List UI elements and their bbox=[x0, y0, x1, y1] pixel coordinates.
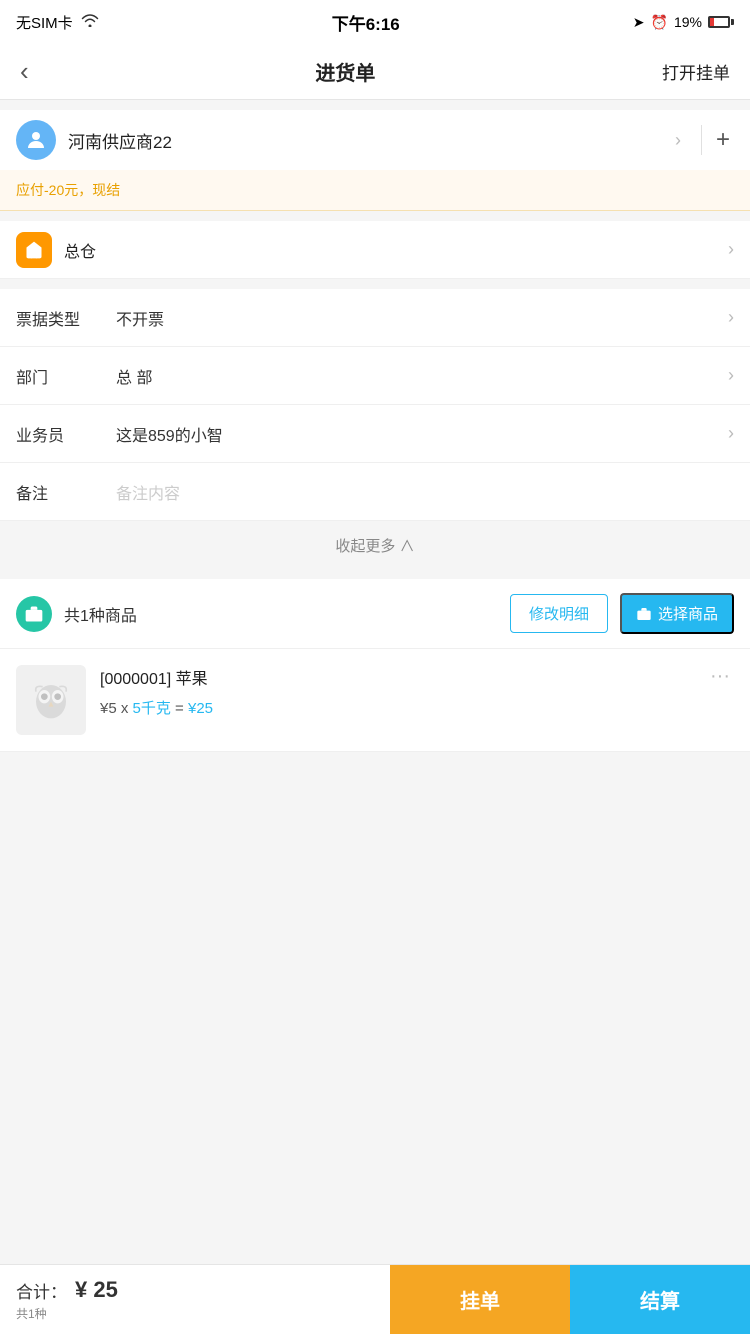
status-right: ➤ ⏰ 19% bbox=[633, 14, 734, 31]
collapse-more-label: 收起更多 ∧ bbox=[335, 535, 414, 556]
remark-label: 备注 bbox=[16, 480, 96, 504]
bottom-bar: 合计： ¥ 25 共1种 挂单 结算 bbox=[0, 1264, 750, 1334]
product-thumbnail bbox=[16, 665, 86, 735]
select-product-button[interactable]: 选择商品 bbox=[620, 593, 734, 634]
invoice-value: 不开票 bbox=[116, 306, 728, 330]
supplier-chevron-icon: › bbox=[675, 130, 681, 151]
gap-3 bbox=[0, 279, 750, 289]
product-name: [0000001] 苹果 bbox=[100, 665, 692, 689]
battery-icon bbox=[708, 16, 734, 28]
back-button[interactable]: ‹ bbox=[20, 56, 29, 87]
open-hang-button[interactable]: 打开挂单 bbox=[662, 59, 730, 84]
dept-label: 部门 bbox=[16, 364, 96, 388]
supplier-divider bbox=[701, 125, 702, 155]
status-left: 无SIM卡 bbox=[16, 12, 99, 33]
total-section: 合计： ¥ 25 共1种 bbox=[0, 1277, 390, 1322]
nav-bar: ‹ 进货单 打开挂单 bbox=[0, 44, 750, 100]
supplier-section[interactable]: 河南供应商22 › + bbox=[0, 110, 750, 170]
salesman-chevron-icon: › bbox=[728, 423, 734, 444]
product-more-button[interactable]: ··· bbox=[706, 665, 734, 688]
edit-details-button[interactable]: 修改明细 bbox=[510, 594, 608, 633]
gap-4 bbox=[0, 569, 750, 579]
gap-2 bbox=[0, 211, 750, 221]
total-label-text: 合计： bbox=[16, 1278, 67, 1303]
supplier-name: 河南供应商22 bbox=[68, 128, 675, 153]
salesman-label: 业务员 bbox=[16, 422, 96, 446]
status-bar: 无SIM卡 下午6:16 ➤ ⏰ 19% bbox=[0, 0, 750, 44]
products-header: 共1种商品 修改明细 选择商品 bbox=[0, 579, 750, 649]
gap-1 bbox=[0, 100, 750, 110]
warehouse-chevron-icon: › bbox=[728, 239, 734, 260]
supplier-avatar bbox=[16, 120, 56, 160]
location-icon: ➤ bbox=[633, 14, 645, 31]
add-button[interactable]: + bbox=[712, 126, 734, 154]
page-title: 进货单 bbox=[315, 57, 375, 86]
product-info: [0000001] 苹果 ¥5 x 5千克 = ¥25 bbox=[100, 665, 692, 718]
payment-note: 应付-20元，现结 bbox=[0, 170, 750, 211]
product-count: 共1种商品 bbox=[64, 602, 498, 626]
product-item: [0000001] 苹果 ¥5 x 5千克 = ¥25 ··· bbox=[0, 649, 750, 752]
hang-button[interactable]: 挂单 bbox=[390, 1265, 570, 1334]
warehouse-icon bbox=[16, 232, 52, 268]
total-label-row: 合计： ¥ 25 bbox=[16, 1277, 374, 1303]
remark-value: 备注内容 bbox=[116, 480, 734, 504]
warehouse-name: 总仓 bbox=[64, 238, 728, 262]
battery-pct: 19% bbox=[674, 14, 702, 30]
product-icon bbox=[16, 596, 52, 632]
invoice-label: 票据类型 bbox=[16, 306, 96, 330]
wifi-icon bbox=[81, 13, 99, 31]
checkout-button[interactable]: 结算 bbox=[570, 1265, 750, 1334]
carrier-text: 无SIM卡 bbox=[16, 12, 73, 33]
dept-chevron-icon: › bbox=[728, 365, 734, 386]
alarm-icon: ⏰ bbox=[651, 14, 668, 31]
salesman-value: 这是859的小智 bbox=[116, 422, 728, 446]
invoice-type-row[interactable]: 票据类型 不开票 › bbox=[0, 289, 750, 347]
select-product-label: 选择商品 bbox=[658, 603, 718, 624]
warehouse-row[interactable]: 总仓 › bbox=[0, 221, 750, 279]
status-time: 下午6:16 bbox=[332, 10, 400, 35]
collapse-more-button[interactable]: 收起更多 ∧ bbox=[0, 521, 750, 569]
product-price: ¥5 x 5千克 = ¥25 bbox=[100, 697, 692, 718]
footer-spacer bbox=[0, 752, 750, 822]
salesman-row[interactable]: 业务员 这是859的小智 › bbox=[0, 405, 750, 463]
invoice-chevron-icon: › bbox=[728, 307, 734, 328]
dept-row[interactable]: 部门 总 部 › bbox=[0, 347, 750, 405]
total-count: 共1种 bbox=[16, 1305, 374, 1322]
remark-row[interactable]: 备注 备注内容 bbox=[0, 463, 750, 521]
dept-value: 总 部 bbox=[116, 364, 728, 388]
total-amount: ¥ 25 bbox=[75, 1277, 118, 1303]
